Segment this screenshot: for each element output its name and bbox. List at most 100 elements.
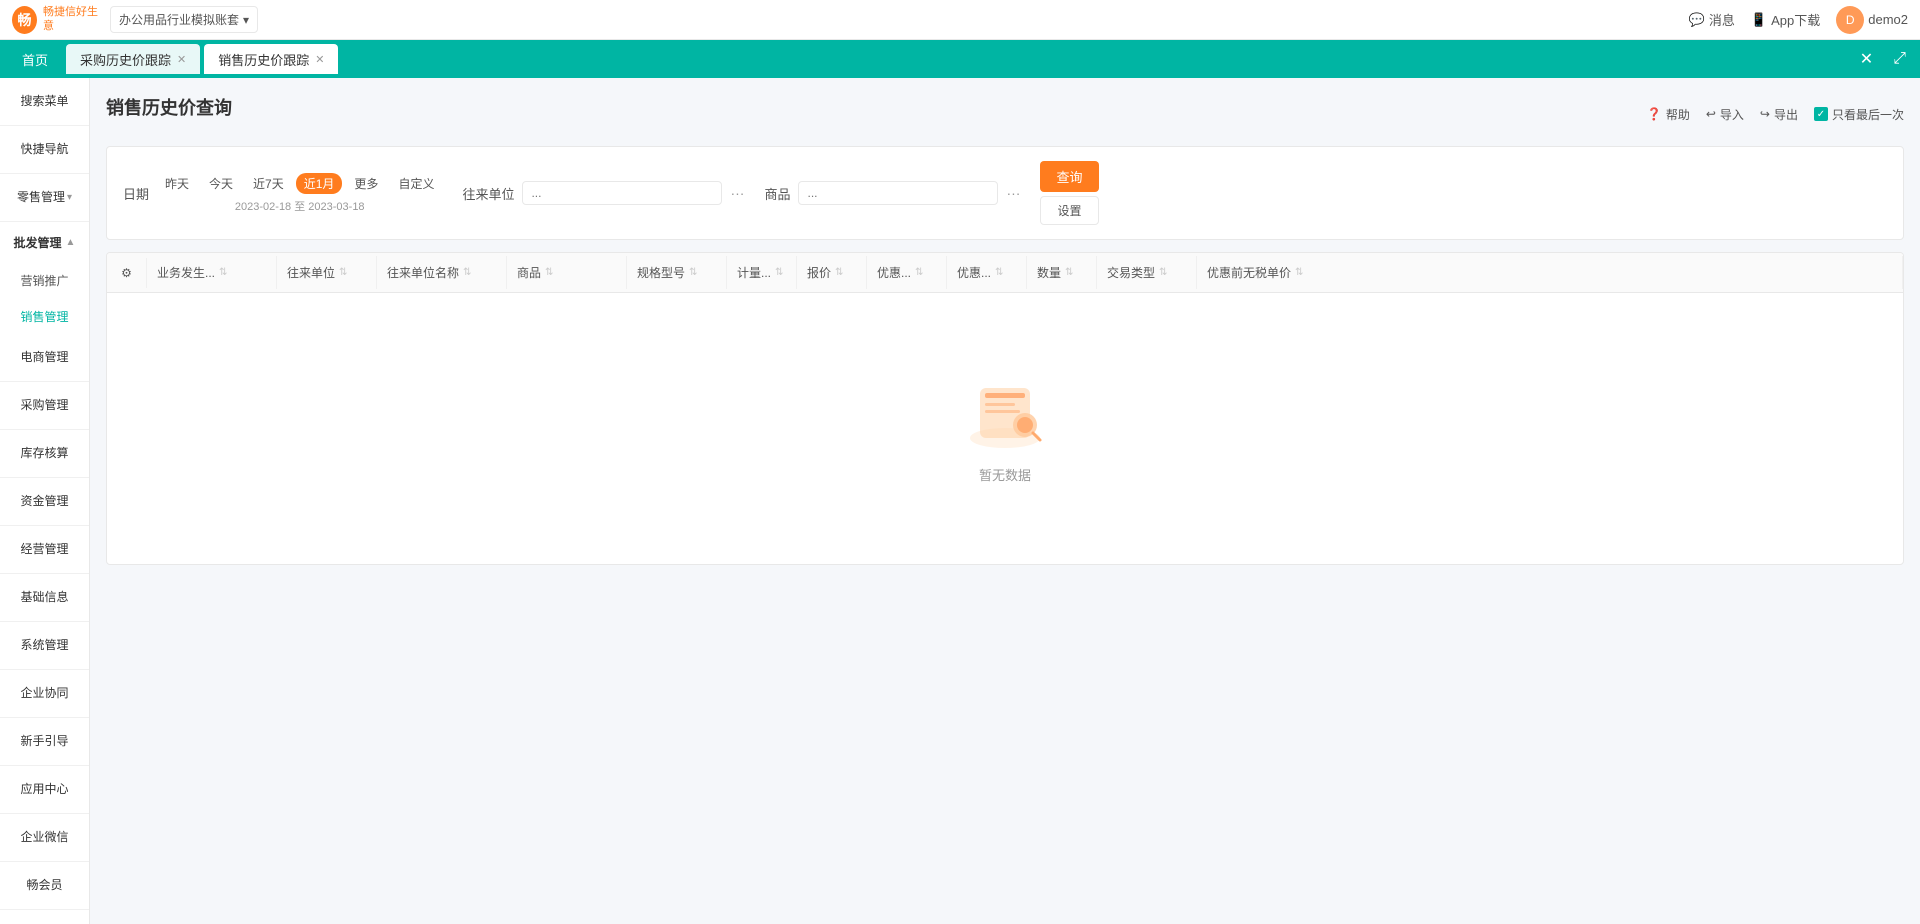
message-icon: 💬 <box>1689 12 1705 28</box>
th-from-unit[interactable]: 往来单位 ⇅ <box>277 256 377 289</box>
tab-bar: 首页 采购历史价跟踪 ✕ 销售历史价跟踪 ✕ ✕ ⤢ <box>0 40 1920 78</box>
th-price-label: 报价 <box>807 264 831 281</box>
th-trade-type[interactable]: 交易类型 ⇅ <box>1097 256 1197 289</box>
th-spec[interactable]: 规格型号 ⇅ <box>627 256 727 289</box>
sidebar-item-marketing[interactable]: 营销推广 <box>0 262 89 298</box>
only-last-checkbox[interactable]: ✓ 只看最后一次 <box>1814 106 1904 123</box>
table-header: ⚙ 业务发生... ⇅ 往来单位 ⇅ 往来单位名称 ⇅ 商品 ⇅ <box>107 253 1903 293</box>
purchase-label: 采购管理 <box>20 397 68 414</box>
sidebar-item-enterprise-wechat[interactable]: 企业微信 <box>0 814 89 862</box>
sidebar-item-basic-info[interactable]: 基础信息 <box>0 574 89 622</box>
date-btn-more[interactable]: 更多 <box>346 173 386 194</box>
date-btn-yesterday[interactable]: 昨天 <box>157 173 197 194</box>
purchase-tab-close[interactable]: ✕ <box>177 53 186 66</box>
th-product-label: 商品 <box>517 264 541 281</box>
top-bar: 畅 畅捷信好生意 办公用品行业模拟账套 ▾ 💬 消息 📱 App下载 D dem… <box>0 0 1920 40</box>
only-last-label: 只看最后一次 <box>1832 106 1904 123</box>
tab-sales[interactable]: 销售历史价跟踪 ✕ <box>204 44 338 74</box>
sidebar-item-quick-nav[interactable]: 快捷导航 <box>0 126 89 174</box>
sales-tab-close[interactable]: ✕ <box>315 53 324 66</box>
maximize-button[interactable]: ⤢ <box>1887 48 1912 70</box>
th-unit[interactable]: 计量... ⇅ <box>727 256 797 289</box>
sidebar-item-sales-mgmt[interactable]: 销售管理 <box>0 298 89 334</box>
export-label: 导出 <box>1774 106 1798 123</box>
sales-mgmt-label: 销售管理 <box>20 308 68 325</box>
help-button[interactable]: ❓ 帮助 <box>1647 106 1690 123</box>
date-btn-custom[interactable]: 自定义 <box>390 173 442 194</box>
top-right: 💬 消息 📱 App下载 D demo2 <box>1689 6 1908 34</box>
from-unit-field: 往来单位 ··· <box>462 181 744 205</box>
th-discount-amount[interactable]: 优惠... ⇅ <box>947 256 1027 289</box>
th-pre-tax-label: 优惠前无税单价 <box>1207 264 1291 281</box>
sidebar-item-app-center[interactable]: 应用中心 <box>0 766 89 814</box>
inventory-label: 库存核算 <box>20 445 68 462</box>
sidebar-item-inventory[interactable]: 库存核算 <box>0 430 89 478</box>
help-icon: ❓ <box>1647 107 1662 121</box>
th-discount-price-label: 优惠... <box>877 264 911 281</box>
basic-info-label: 基础信息 <box>20 589 68 606</box>
member-label: 畅会员 <box>26 877 62 894</box>
query-button[interactable]: 查询 <box>1040 161 1098 192</box>
th-settings[interactable]: ⚙ <box>107 258 147 288</box>
close-window-button[interactable]: ✕ <box>1854 47 1879 71</box>
from-unit-picker-icon[interactable]: ··· <box>730 185 744 201</box>
export-button[interactable]: ↪ 导出 <box>1760 106 1798 123</box>
date-label: 日期 <box>123 184 149 203</box>
sidebar-item-wholesale[interactable]: 批发管理 ▲ <box>0 222 89 262</box>
sort-icon-unit: ⇅ <box>775 267 783 278</box>
th-business-date[interactable]: 业务发生... ⇅ <box>147 256 277 289</box>
content-area: 销售历史价查询 ❓ 帮助 ↩ 导入 ↪ 导出 ✓ 只看最后一次 <box>90 78 1920 924</box>
purchase-tab-label: 采购历史价跟踪 <box>80 50 171 69</box>
from-unit-input[interactable] <box>522 181 722 205</box>
import-icon: ↩ <box>1706 107 1716 121</box>
tab-purchase[interactable]: 采购历史价跟踪 ✕ <box>66 44 200 74</box>
enterprise-label: 企业协同 <box>20 685 68 702</box>
date-range-text: 2023-02-18 至 2023-03-18 <box>235 198 365 214</box>
sidebar-item-ecommerce[interactable]: 电商管理 <box>0 334 89 382</box>
th-discount-price[interactable]: 优惠... ⇅ <box>867 256 947 289</box>
sidebar-item-enterprise[interactable]: 企业协同 <box>0 670 89 718</box>
th-business-date-label: 业务发生... <box>157 264 215 281</box>
user-menu[interactable]: D demo2 <box>1836 6 1908 34</box>
sort-icon-discount-amount: ⇅ <box>995 267 1003 278</box>
wholesale-label: 批发管理 <box>14 234 62 251</box>
logo-text: 畅捷信好生意 <box>43 6 102 32</box>
sidebar-item-purchase[interactable]: 采购管理 <box>0 382 89 430</box>
sidebar-item-member[interactable]: 畅会员 <box>0 862 89 910</box>
enterprise-wechat-label: 企业微信 <box>20 829 68 846</box>
date-btn-7days[interactable]: 近7天 <box>245 173 292 194</box>
date-btn-1month[interactable]: 近1月 <box>296 173 343 194</box>
message-label: 消息 <box>1709 10 1735 29</box>
sidebar-item-operations[interactable]: 经营管理 <box>0 526 89 574</box>
operations-label: 经营管理 <box>20 541 68 558</box>
th-pre-tax[interactable]: 优惠前无税单价 ⇅ <box>1197 256 1903 289</box>
th-from-unit-name[interactable]: 往来单位名称 ⇅ <box>377 256 507 289</box>
product-picker-icon[interactable]: ··· <box>1006 185 1020 201</box>
sidebar-item-finance[interactable]: 资金管理 <box>0 478 89 526</box>
product-input[interactable] <box>798 181 998 205</box>
sort-icon-pre-tax: ⇅ <box>1295 267 1303 278</box>
retail-label: 零售管理 <box>17 189 65 206</box>
settings-button[interactable]: 设置 <box>1040 196 1098 225</box>
th-product[interactable]: 商品 ⇅ <box>507 256 627 289</box>
home-tab-label: 首页 <box>22 50 48 69</box>
sidebar-item-system[interactable]: 系统管理 <box>0 622 89 670</box>
workspace-selector[interactable]: 办公用品行业模拟账套 ▾ <box>110 6 258 33</box>
sidebar-item-guide[interactable]: 新手引导 <box>0 718 89 766</box>
th-price[interactable]: 报价 ⇅ <box>797 256 867 289</box>
th-qty[interactable]: 数量 ⇅ <box>1027 256 1097 289</box>
date-btn-today[interactable]: 今天 <box>201 173 241 194</box>
message-button[interactable]: 💬 消息 <box>1689 10 1735 29</box>
search-panel: 日期 昨天 今天 近7天 近1月 更多 自定义 2023-02-18 至 202… <box>106 146 1904 240</box>
app-download-button[interactable]: 📱 App下载 <box>1751 10 1820 29</box>
logo-area: 畅 畅捷信好生意 <box>12 6 102 34</box>
sidebar-item-retail[interactable]: 零售管理 ▾ <box>0 174 89 222</box>
sort-icon-product: ⇅ <box>545 267 553 278</box>
import-button[interactable]: ↩ 导入 <box>1706 106 1744 123</box>
sort-icon-spec: ⇅ <box>689 267 697 278</box>
sidebar-item-search-menu[interactable]: 搜索菜单 <box>0 78 89 126</box>
main-layout: 搜索菜单 快捷导航 零售管理 ▾ 批发管理 ▲ 营销推广 销售管理 电商管理 采… <box>0 78 1920 924</box>
tab-home[interactable]: 首页 <box>8 44 62 74</box>
sidebar: 搜索菜单 快捷导航 零售管理 ▾ 批发管理 ▲ 营销推广 销售管理 电商管理 采… <box>0 78 90 924</box>
sales-tab-label: 销售历史价跟踪 <box>218 50 309 69</box>
